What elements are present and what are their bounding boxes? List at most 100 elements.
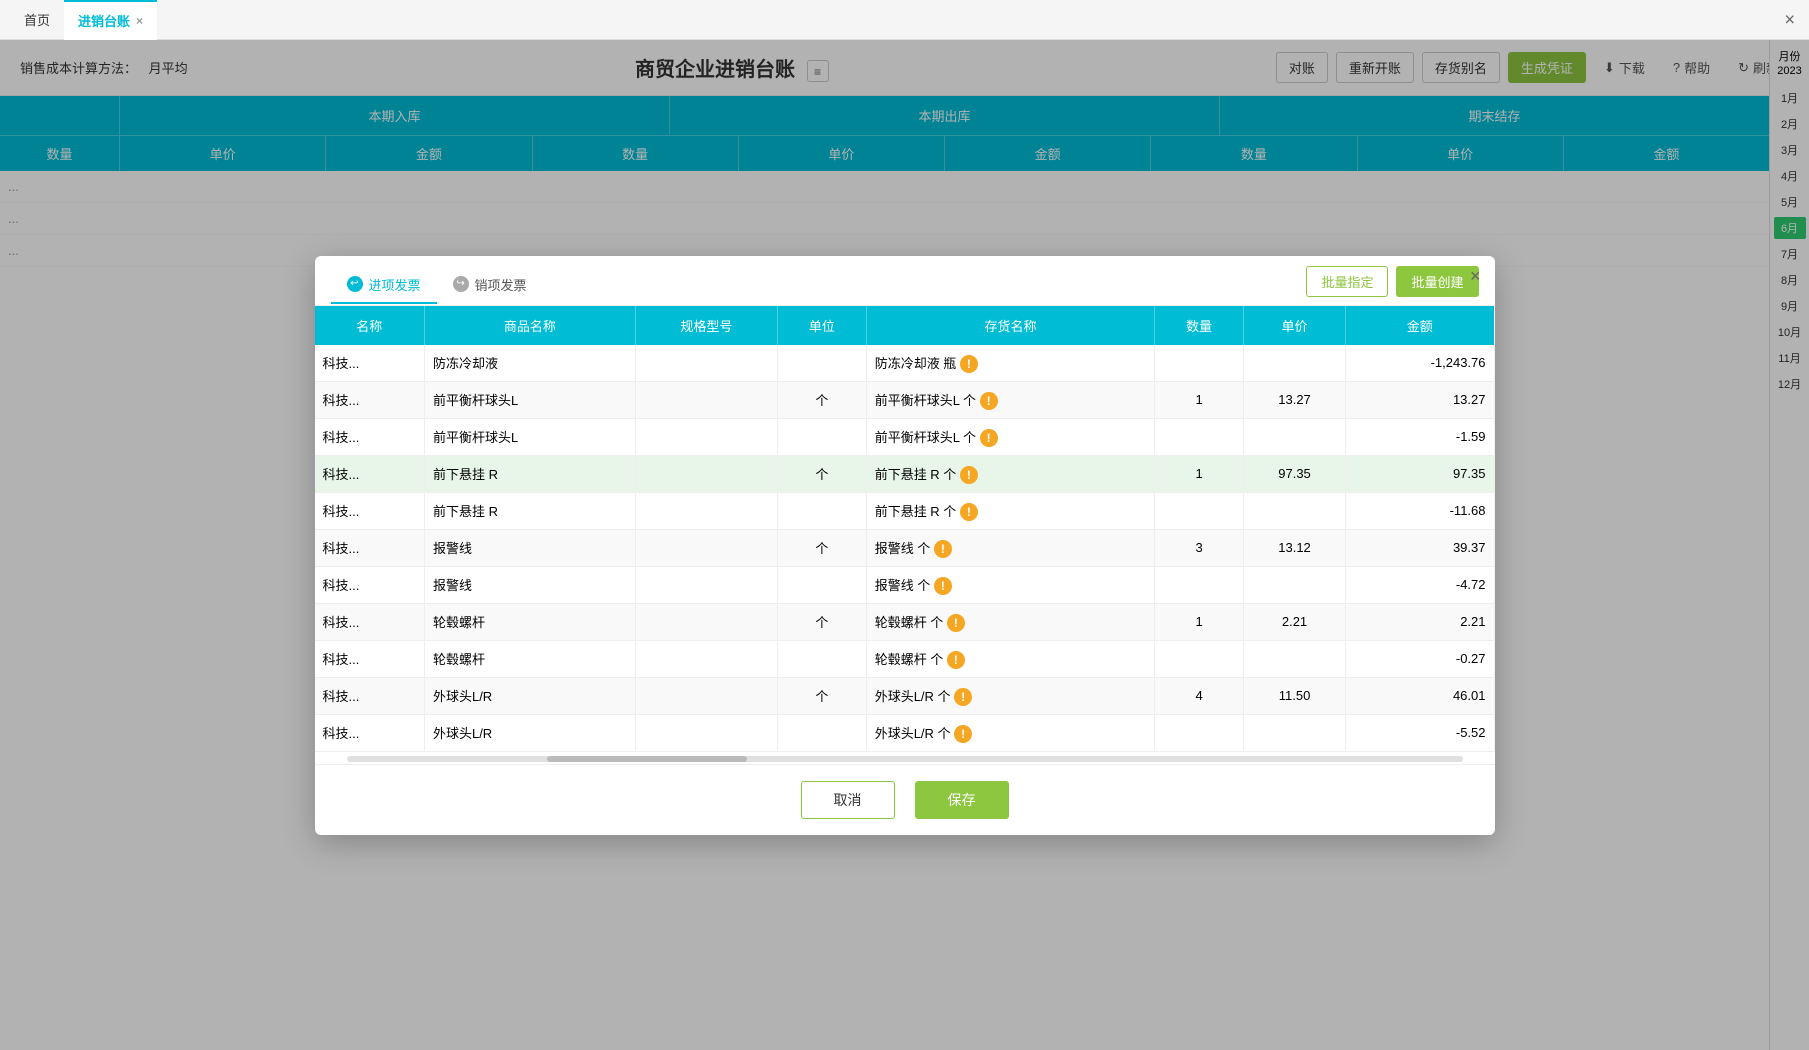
cell-product: 前平衡杆球头L — [424, 418, 635, 455]
cell-product: 轮毂螺杆 — [424, 640, 635, 677]
warning-icon: ! — [980, 392, 998, 410]
cell-unit: 个 — [778, 455, 867, 492]
cell-name: 科技... — [315, 677, 425, 714]
table-row: 科技... 报警线 个 报警线 个 ! 3 13.12 39.37 — [315, 529, 1495, 566]
cell-stock-name: 防冻冷却液 瓶 ! — [866, 345, 1155, 382]
col-header-stock: 存货名称 — [866, 306, 1155, 345]
col-header-amount: 金额 — [1346, 306, 1494, 345]
top-nav: 首页 进销台账 × × — [0, 0, 1809, 40]
cell-amount: -5.52 — [1346, 714, 1494, 751]
cell-amount: 46.01 — [1346, 677, 1494, 714]
cell-spec — [635, 345, 777, 382]
cell-stock-name: 前平衡杆球头L 个 ! — [866, 381, 1155, 418]
cell-unit — [778, 640, 867, 677]
cell-spec — [635, 455, 777, 492]
cell-qty: 1 — [1155, 603, 1244, 640]
cell-product: 外球头L/R — [424, 677, 635, 714]
cancel-button[interactable]: 取消 — [801, 781, 895, 819]
cell-qty — [1155, 345, 1244, 382]
warning-icon: ! — [960, 355, 978, 373]
scrollbar-track[interactable] — [347, 756, 1463, 762]
cell-name: 科技... — [315, 714, 425, 751]
cell-unit: 个 — [778, 603, 867, 640]
cell-stock-name: 轮毂螺杆 个 ! — [866, 603, 1155, 640]
cell-unit — [778, 566, 867, 603]
warning-icon: ! — [954, 688, 972, 706]
cell-product: 前平衡杆球头L — [424, 381, 635, 418]
cell-unit: 个 — [778, 381, 867, 418]
cell-price — [1243, 345, 1345, 382]
col-header-name: 名称 — [315, 306, 425, 345]
batch-specify-button[interactable]: 批量指定 — [1306, 266, 1388, 297]
cell-amount: 97.35 — [1346, 455, 1494, 492]
warning-icon: ! — [934, 577, 952, 595]
cell-spec — [635, 677, 777, 714]
cell-amount: 2.21 — [1346, 603, 1494, 640]
window-close-icon[interactable]: × — [1784, 9, 1795, 30]
cell-price: 11.50 — [1243, 677, 1345, 714]
table-row: 科技... 外球头L/R 个 外球头L/R 个 ! 4 11.50 46.01 — [315, 677, 1495, 714]
save-button[interactable]: 保存 — [915, 781, 1009, 819]
cell-name: 科技... — [315, 381, 425, 418]
cell-price: 13.12 — [1243, 529, 1345, 566]
cell-product: 报警线 — [424, 529, 635, 566]
cell-price — [1243, 566, 1345, 603]
table-row: 科技... 轮毂螺杆 个 轮毂螺杆 个 ! 1 2.21 2.21 — [315, 603, 1495, 640]
modal-close-icon[interactable]: × — [1470, 266, 1481, 287]
nav-tab-ledger[interactable]: 进销台账 × — [64, 0, 157, 40]
cell-product: 报警线 — [424, 566, 635, 603]
col-header-unit: 单位 — [778, 306, 867, 345]
purchase-tab-icon: ↩ — [347, 276, 363, 292]
cell-product: 前下悬挂 R — [424, 492, 635, 529]
cell-amount: -4.72 — [1346, 566, 1494, 603]
cell-name: 科技... — [315, 640, 425, 677]
cell-stock-name: 轮毂螺杆 个 ! — [866, 640, 1155, 677]
table-row: 科技... 前平衡杆球头L 个 前平衡杆球头L 个 ! 1 13.27 13.2… — [315, 381, 1495, 418]
cell-name: 科技... — [315, 418, 425, 455]
cell-price — [1243, 492, 1345, 529]
cell-qty — [1155, 640, 1244, 677]
cell-spec — [635, 492, 777, 529]
cell-qty — [1155, 714, 1244, 751]
cell-unit — [778, 345, 867, 382]
cell-stock-name: 报警线 个 ! — [866, 566, 1155, 603]
cell-qty — [1155, 566, 1244, 603]
cell-qty: 4 — [1155, 677, 1244, 714]
cell-amount: -1,243.76 — [1346, 345, 1494, 382]
cell-unit: 个 — [778, 677, 867, 714]
table-row: 科技... 前平衡杆球头L 前平衡杆球头L 个 ! -1.59 — [315, 418, 1495, 455]
cell-product: 防冻冷却液 — [424, 345, 635, 382]
warning-icon: ! — [954, 725, 972, 743]
warning-icon: ! — [947, 614, 965, 632]
tab-close-icon[interactable]: × — [136, 14, 143, 28]
cell-price: 13.27 — [1243, 381, 1345, 418]
warning-icon: ! — [980, 429, 998, 447]
cell-amount: -11.68 — [1346, 492, 1494, 529]
cell-stock-name: 报警线 个 ! — [866, 529, 1155, 566]
col-header-qty: 数量 — [1155, 306, 1244, 345]
modal-header-actions: 批量指定 批量创建 — [1306, 266, 1478, 305]
tab-sale-invoice[interactable]: ↪ 销项发票 — [437, 267, 543, 304]
scrollbar-thumb[interactable] — [547, 756, 747, 762]
table-row: 科技... 前下悬挂 R 前下悬挂 R 个 ! -11.68 — [315, 492, 1495, 529]
table-row: 科技... 外球头L/R 外球头L/R 个 ! -5.52 — [315, 714, 1495, 751]
nav-tab-home[interactable]: 首页 — [10, 0, 64, 40]
tab-purchase-invoice[interactable]: ↩ 进项发票 — [331, 267, 437, 304]
table-row: 科技... 防冻冷却液 防冻冷却液 瓶 ! -1,243.76 — [315, 345, 1495, 382]
cell-price: 2.21 — [1243, 603, 1345, 640]
cell-amount: 13.27 — [1346, 381, 1494, 418]
horizontal-scrollbar[interactable] — [315, 752, 1495, 764]
cell-unit: 个 — [778, 529, 867, 566]
modal-table: 名称 商品名称 规格型号 单位 存货名称 数量 单价 金额 科技... 防冻冷却… — [315, 306, 1495, 752]
cell-spec — [635, 566, 777, 603]
cell-amount: -0.27 — [1346, 640, 1494, 677]
cell-qty — [1155, 492, 1244, 529]
cell-stock-name: 前下悬挂 R 个 ! — [866, 492, 1155, 529]
cell-stock-name: 前下悬挂 R 个 ! — [866, 455, 1155, 492]
batch-create-button[interactable]: 批量创建 — [1396, 266, 1478, 297]
cell-product: 轮毂螺杆 — [424, 603, 635, 640]
modal-table-wrapper: 名称 商品名称 规格型号 单位 存货名称 数量 单价 金额 科技... 防冻冷却… — [315, 306, 1495, 752]
table-row: 科技... 前下悬挂 R 个 前下悬挂 R 个 ! 1 97.35 97.35 — [315, 455, 1495, 492]
cell-name: 科技... — [315, 492, 425, 529]
cell-spec — [635, 714, 777, 751]
